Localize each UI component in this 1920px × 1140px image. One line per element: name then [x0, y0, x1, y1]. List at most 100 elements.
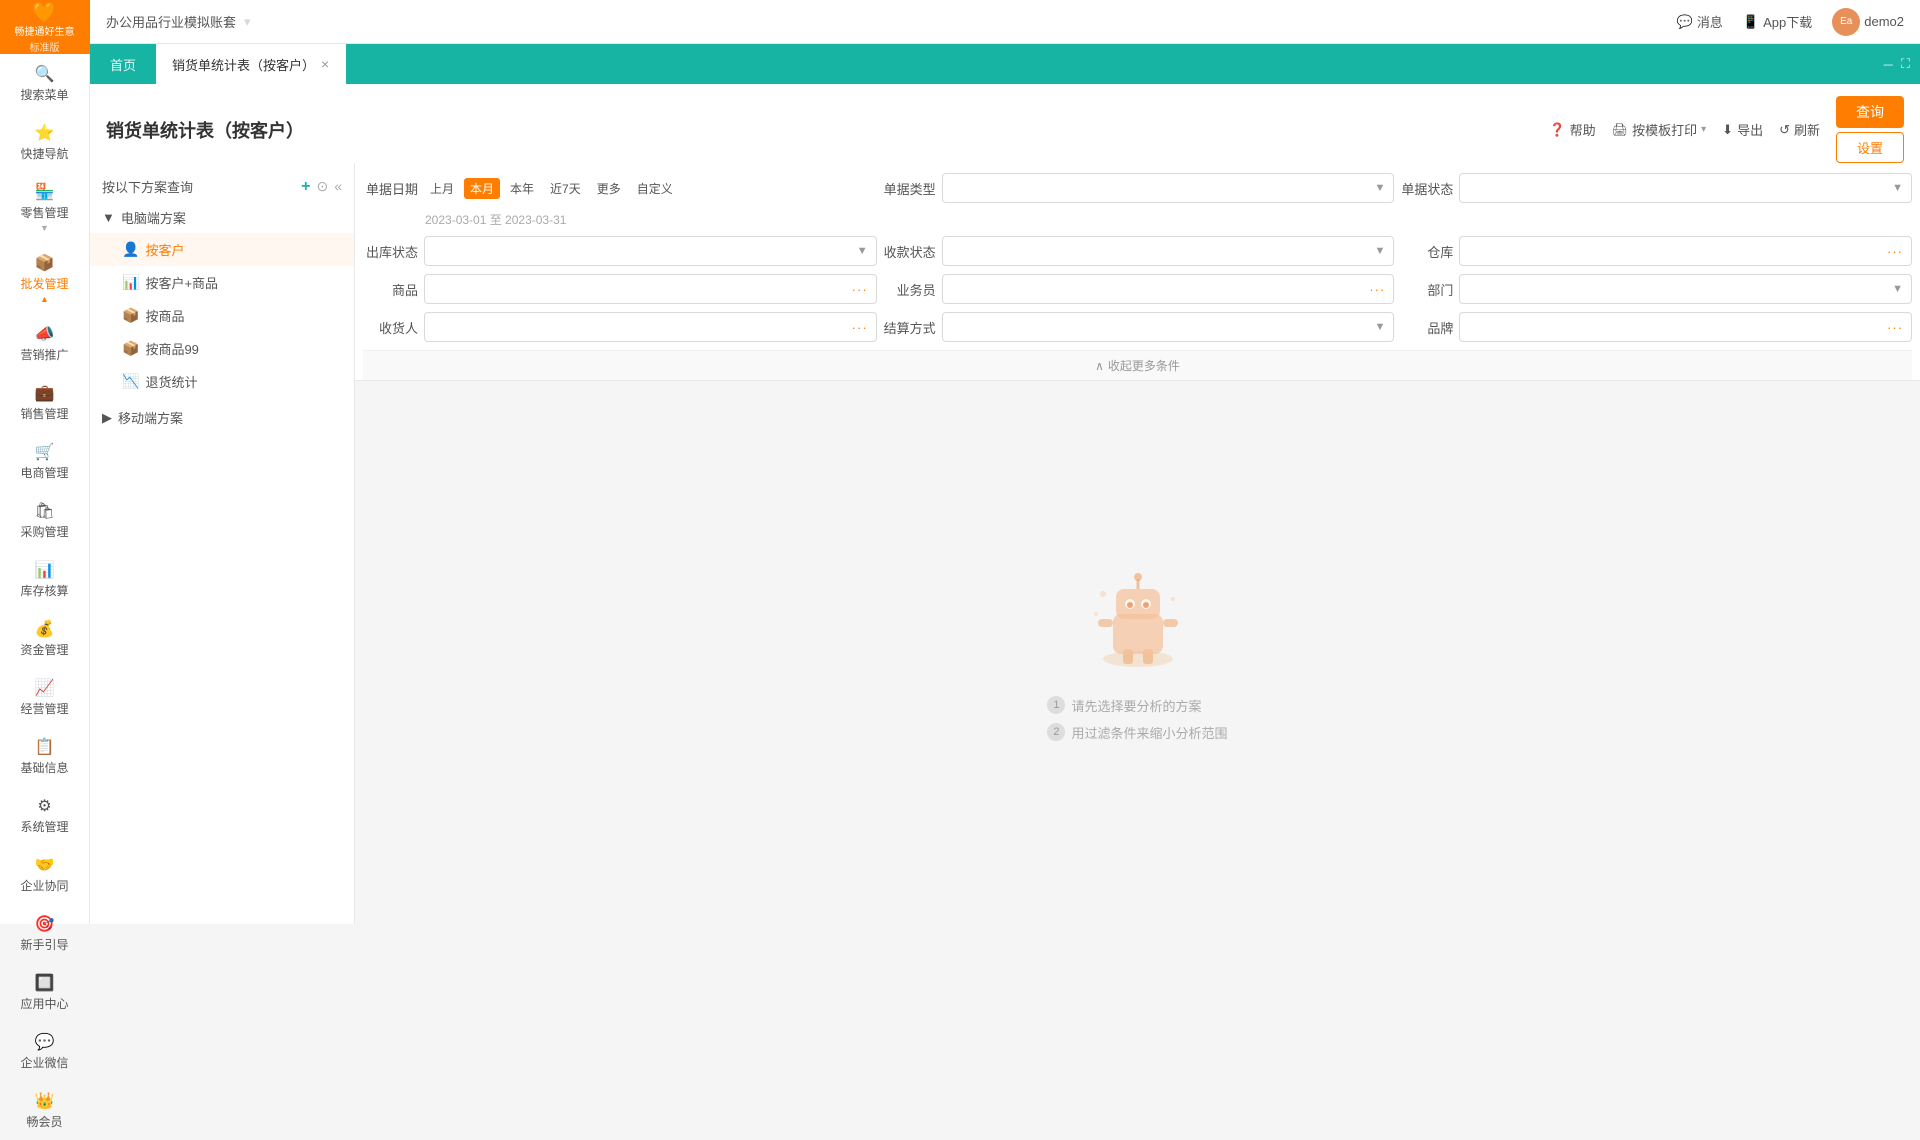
scheme-add-icon[interactable]: + [301, 178, 310, 196]
scheme-item-product[interactable]: 📦 按商品 [90, 299, 354, 332]
user-info[interactable]: Ea demo2 [1832, 8, 1904, 36]
refresh-icon: ↺ [1779, 122, 1790, 138]
product-dots-icon: ··· [852, 282, 868, 297]
sidebar-item-search[interactable]: 🔍 搜索菜单 [0, 54, 89, 113]
sidebar-item-member[interactable]: 👑 畅会员 [0, 1081, 89, 1140]
filter-cell-receiver: 收货人 ··· [363, 312, 877, 342]
logo-subtext: 标准版 [30, 39, 60, 54]
app-download-button[interactable]: 📱 App下载 [1743, 12, 1812, 31]
filter-cell-payment: 收款状态 ▼ [881, 236, 1395, 266]
search-icon: 🔍 [35, 64, 55, 84]
refresh-button[interactable]: ↺ 刷新 [1779, 120, 1820, 139]
query-button[interactable]: 查询 [1836, 96, 1904, 128]
tip-text-2: 用过滤条件来缩小分析范围 [1071, 723, 1227, 742]
app-logo[interactable]: 🧡 畅捷通好生意 标准版 [0, 0, 90, 54]
tab-expand-button[interactable]: ─ ⛶ [1874, 44, 1920, 84]
tab-close-icon[interactable]: × [321, 56, 329, 72]
date-tab-more[interactable]: 更多 [591, 178, 627, 199]
sidebar-item-retail[interactable]: 🏪 零售管理 ▼ [0, 172, 89, 243]
page-actions: ❓ 帮助 🖨 按模板打印 ▾ ⬇ 导出 ↺ 刷新 查询 [1549, 96, 1904, 163]
sidebar-item-ecommerce-label: 电商管理 [20, 464, 68, 481]
sidebar-item-newbie[interactable]: 🎯 新手引导 [0, 904, 89, 963]
tab-active[interactable]: 销货单统计表（按客户） × [156, 44, 346, 84]
sidebar-item-ecommerce[interactable]: 🛒 电商管理 [0, 432, 89, 491]
payment-select[interactable]: ▼ [942, 236, 1395, 266]
settings-button[interactable]: 设置 [1836, 132, 1904, 163]
date-tab-this-month[interactable]: 本月 [464, 178, 500, 199]
brand-select[interactable]: ··· [1459, 312, 1912, 342]
status-select[interactable]: ▼ [1459, 173, 1912, 203]
inventory-icon: 📊 [35, 560, 55, 580]
sidebar-item-finance[interactable]: 💰 资金管理 [0, 609, 89, 668]
filter-cell-out-status: 出库状态 ▼ [363, 236, 877, 266]
product-select[interactable]: ··· [424, 274, 877, 304]
export-button[interactable]: ⬇ 导出 [1722, 120, 1763, 139]
scheme-item-customer[interactable]: 👤 按客户 [90, 233, 354, 266]
salesperson-select[interactable]: ··· [942, 274, 1395, 304]
filter-cell-product: 商品 ··· [363, 274, 877, 304]
sidebar-item-appcenter[interactable]: 🔲 应用中心 [0, 963, 89, 1022]
date-tab-custom[interactable]: 自定义 [631, 178, 679, 199]
type-select[interactable]: ▼ [942, 173, 1395, 203]
filter-row-2: 出库状态 ▼ 收款状态 ▼ [363, 236, 1912, 266]
scheme-item-product-label: 按商品 [145, 306, 184, 325]
warehouse-select[interactable]: ··· [1459, 236, 1912, 266]
sidebar-item-purchase-label: 采购管理 [20, 523, 68, 540]
sidebar: 🧡 畅捷通好生意 标准版 🔍 搜索菜单 ⭐ 快捷导航 🏪 零售管理 ▼ 📦 批发… [0, 0, 90, 924]
sidebar-item-wechat[interactable]: 💬 企业微信 [0, 1022, 89, 1081]
sidebar-item-sales[interactable]: 💼 销售管理 [0, 373, 89, 432]
scheme-item-product99[interactable]: 📦 按商品99 [90, 332, 354, 365]
sidebar-item-management[interactable]: 📈 经营管理 [0, 668, 89, 727]
sidebar-item-collab[interactable]: 🤝 企业协同 [0, 845, 89, 904]
scheme-desktop-group-header[interactable]: ▼ 电脑端方案 [90, 202, 354, 233]
brand-dots-icon: ··· [1887, 320, 1903, 335]
avatar-initials: Ea [1840, 16, 1852, 27]
sidebar-item-inventory[interactable]: 📊 库存核算 [0, 550, 89, 609]
sidebar-item-wholesale[interactable]: 📦 批发管理 ▲ [0, 243, 89, 314]
help-button[interactable]: ❓ 帮助 [1549, 120, 1595, 139]
desktop-group-arrow: ▼ [102, 210, 115, 225]
scheme-item-return[interactable]: 📉 退货统计 [90, 365, 354, 398]
topbar-right: 💬 消息 📱 App下载 Ea demo2 [1677, 8, 1904, 36]
scheme-mobile-group-header[interactable]: ▶ 移动端方案 [90, 402, 354, 433]
topbar: 办公用品行业模拟账套 ▾ 💬 消息 📱 App下载 Ea demo2 [90, 0, 1920, 44]
sidebar-item-marketing[interactable]: 📣 营销推广 [0, 314, 89, 373]
collab-icon: 🤝 [35, 855, 55, 875]
messages-button[interactable]: 💬 消息 [1677, 12, 1723, 31]
finance-icon: 💰 [35, 619, 55, 639]
department-select[interactable]: ▼ [1459, 274, 1912, 304]
content: 销货单统计表（按客户） ❓ 帮助 🖨 按模板打印 ▾ ⬇ 导出 ↺ 刷新 [90, 84, 1920, 924]
window-min-icon: ─ [1884, 57, 1893, 72]
date-tab-last-month[interactable]: 上月 [424, 178, 460, 199]
department-arrow-icon: ▼ [1892, 283, 1903, 295]
collapse-bar[interactable]: ∧ 收起更多条件 [363, 350, 1912, 380]
user-avatar: Ea [1832, 8, 1860, 36]
payment-arrow-icon: ▼ [1374, 245, 1385, 257]
sidebar-item-shortcuts-label: 快捷导航 [20, 145, 68, 162]
scheme-item-customer-product[interactable]: 📊 按客户+商品 [90, 266, 354, 299]
mobile-group-label: 移动端方案 [118, 408, 183, 427]
filter-row-3: 商品 ··· 业务员 ··· [363, 274, 1912, 304]
date-tab-this-year[interactable]: 本年 [504, 178, 540, 199]
message-icon: 💬 [1677, 14, 1693, 30]
print-caret-icon: ▾ [1701, 124, 1706, 135]
sidebar-item-purchase[interactable]: 🛍 采购管理 [0, 491, 89, 550]
scheme-edit-icon[interactable]: ⊙ [316, 178, 328, 196]
scheme-collapse-icon[interactable]: « [334, 178, 342, 196]
window-max-icon: ⛶ [1901, 56, 1910, 72]
sales-icon: 💼 [35, 383, 55, 403]
tab-home[interactable]: 首页 [90, 44, 156, 84]
scheme-panel: 按以下方案查询 + ⊙ « ▼ 电脑端方案 👤 按客户 [90, 163, 355, 924]
print-button[interactable]: 🖨 按模板打印 ▾ [1612, 120, 1707, 139]
sidebar-item-shortcuts[interactable]: ⭐ 快捷导航 [0, 113, 89, 172]
sidebar-item-collab-label: 企业协同 [20, 877, 68, 894]
scheme-item-return-label: 退货统计 [145, 372, 197, 391]
sidebar-item-basic[interactable]: 📋 基础信息 [0, 727, 89, 786]
settlement-select[interactable]: ▼ [942, 312, 1395, 342]
settlement-arrow-icon: ▼ [1374, 321, 1385, 333]
receiver-select[interactable]: ··· [424, 312, 877, 342]
sidebar-item-system[interactable]: ⚙ 系统管理 [0, 786, 89, 845]
date-tab-7days[interactable]: 近7天 [544, 178, 587, 199]
out-status-select[interactable]: ▼ [424, 236, 877, 266]
status-arrow-icon: ▼ [1892, 182, 1903, 194]
